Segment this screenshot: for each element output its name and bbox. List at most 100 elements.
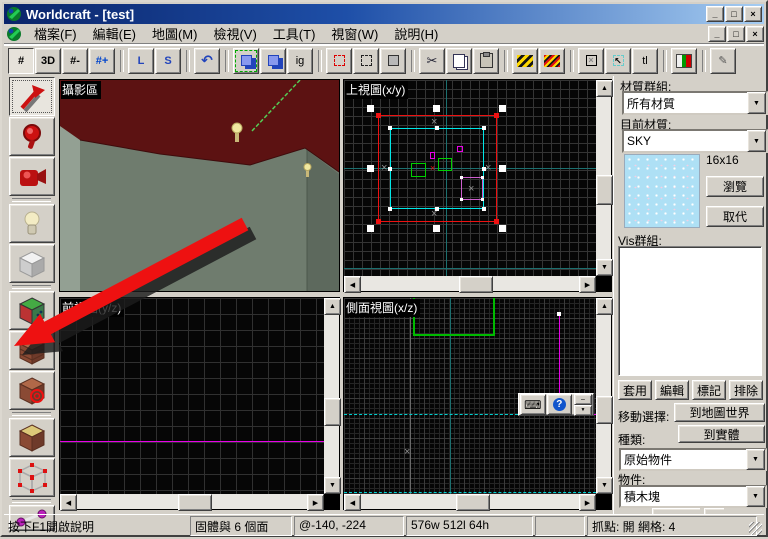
smaller-grid-icon[interactable]: #- (62, 48, 88, 74)
side-view-vscrollbar[interactable]: ▲ ▼ (596, 298, 611, 494)
tool-texture-application-button[interactable] (9, 291, 55, 330)
object-combo[interactable]: 積木塊 ▼ (619, 485, 767, 508)
hide-unselected-icon[interactable] (353, 48, 379, 74)
menu-map[interactable]: 地圖(M) (144, 22, 206, 45)
resize-handle[interactable] (499, 105, 506, 112)
side-view-canvas[interactable]: × ⌨ ? – ▼ (344, 298, 596, 494)
scroll-thumb[interactable] (324, 398, 341, 426)
scroll-right-icon[interactable]: ▶ (579, 276, 596, 293)
menu-view[interactable]: 檢視(V) (205, 22, 264, 45)
mdi-document-icon[interactable] (6, 26, 22, 42)
scroll-up-icon[interactable]: ▲ (596, 80, 613, 97)
scroll-thumb[interactable] (459, 276, 493, 293)
scroll-left-icon[interactable]: ◀ (344, 494, 361, 511)
chevron-down-icon[interactable]: ▼ (747, 130, 766, 152)
viewport-front[interactable]: ▲ ▼ ◀ ▶ 前視圖(y/z) (59, 297, 340, 510)
scroll-up-icon[interactable]: ▲ (324, 298, 341, 315)
viewport-top[interactable]: × × × × × × ▲ ▼ ◀ (343, 79, 612, 292)
resize-handle[interactable] (367, 105, 374, 112)
cut-icon[interactable]: ✂ (419, 48, 445, 74)
menu-window[interactable]: 視窗(W) (323, 22, 386, 45)
scroll-right-icon[interactable]: ▶ (579, 494, 596, 511)
texture-group-combo[interactable]: 所有材質 ▼ (622, 91, 768, 115)
top-view-vscrollbar[interactable]: ▲ ▼ (596, 80, 611, 276)
brush-green[interactable] (438, 158, 452, 171)
close-button[interactable]: × (744, 6, 762, 22)
ignore-groups-icon[interactable]: ig (287, 48, 313, 74)
scroll-left-icon[interactable]: ◀ (60, 494, 77, 511)
brush-green[interactable] (411, 163, 426, 177)
side-view-hscrollbar[interactable]: ◀ ▶ (344, 494, 596, 509)
resize-handle[interactable] (433, 105, 440, 112)
hide-selected-icon[interactable] (326, 48, 352, 74)
scroll-up-icon[interactable]: ▲ (596, 298, 613, 315)
tool-apply-texture-button[interactable] (9, 331, 55, 370)
edit-wand-icon[interactable]: ✎ (710, 48, 736, 74)
spinner[interactable]: – ▼ (574, 394, 592, 416)
tool-clipping-button[interactable] (9, 418, 55, 457)
menu-edit[interactable]: 編輯(E) (85, 22, 144, 45)
select-handles-icon[interactable]: × (578, 48, 604, 74)
save-window-state-icon[interactable]: S (155, 48, 181, 74)
viewport-side[interactable]: × ⌨ ? – ▼ ▲ ▼ ◀ ▶ 側面視圖(x/z) (343, 297, 612, 510)
copy-icon[interactable] (446, 48, 472, 74)
exclude-button[interactable]: 排除 (729, 380, 763, 400)
entity-box-magenta[interactable]: × (461, 177, 483, 200)
edit-cordon-icon[interactable] (512, 48, 538, 74)
scroll-thumb[interactable] (178, 494, 212, 511)
undo-icon[interactable]: ↶ (194, 48, 220, 74)
front-view-hscrollbar[interactable]: ◀ ▶ (60, 494, 324, 509)
scroll-down-icon[interactable]: ▼ (596, 259, 613, 276)
larger-grid-icon[interactable]: #+ (89, 48, 115, 74)
tool-vertex-button[interactable] (9, 458, 55, 497)
scroll-left-icon[interactable]: ◀ (344, 276, 361, 293)
mdi-restore-button[interactable]: □ (727, 26, 745, 42)
edit-button[interactable]: 編輯 (655, 380, 689, 400)
visgroups-listbox[interactable] (618, 246, 762, 376)
tool-selection-button[interactable] (9, 77, 55, 116)
front-view-canvas[interactable] (60, 298, 324, 494)
group-icon[interactable] (233, 48, 259, 74)
resize-handle[interactable] (499, 165, 506, 172)
current-texture-combo[interactable]: SKY ▼ (622, 129, 768, 153)
chevron-down-icon[interactable]: ▼ (747, 92, 766, 114)
top-view-canvas[interactable]: × × × × × × (344, 80, 596, 276)
entity-magenta[interactable] (457, 146, 463, 152)
resize-handle[interactable] (367, 225, 374, 232)
browse-button[interactable]: 瀏覽 (706, 176, 764, 197)
tool-apply-decals-button[interactable] (9, 371, 55, 410)
flip-cube-icon[interactable] (671, 48, 697, 74)
scroll-thumb[interactable] (456, 494, 490, 511)
help-icon[interactable]: ? (547, 394, 573, 415)
viewport-camera[interactable]: 攝影區 (59, 79, 340, 292)
auto-select-icon[interactable]: ↖ (605, 48, 631, 74)
entity-magenta[interactable] (430, 152, 435, 159)
mark-button[interactable]: 標記 (692, 380, 726, 400)
texture-lock-icon[interactable]: tl (632, 48, 658, 74)
resize-handle[interactable] (367, 165, 374, 172)
scroll-down-icon[interactable]: ▼ (324, 477, 341, 494)
toggle-cordon-icon[interactable] (539, 48, 565, 74)
mdi-close-button[interactable]: × (746, 26, 764, 42)
paste-icon[interactable] (473, 48, 499, 74)
top-view-hscrollbar[interactable]: ◀ ▶ (344, 276, 596, 291)
tool-entity-button[interactable] (9, 204, 55, 243)
replace-button[interactable]: 取代 (706, 206, 764, 227)
resize-grip[interactable] (749, 522, 762, 535)
show-all-icon[interactable] (380, 48, 406, 74)
resize-handle[interactable] (433, 225, 440, 232)
title-bar[interactable]: Worldcraft - [test] _ □ × (4, 4, 764, 24)
toggle-grid-icon[interactable]: # (8, 48, 34, 74)
tool-block-button[interactable] (9, 244, 55, 283)
menu-file[interactable]: 檔案(F) (26, 22, 85, 45)
scroll-down-icon[interactable]: ▼ (596, 477, 613, 494)
scroll-thumb[interactable] (596, 396, 613, 424)
menu-tools[interactable]: 工具(T) (265, 22, 324, 45)
category-combo[interactable]: 原始物件 ▼ (619, 448, 767, 471)
resize-handle[interactable] (499, 225, 506, 232)
maximize-button[interactable]: □ (725, 6, 743, 22)
keyboard-icon[interactable]: ⌨ (520, 394, 546, 415)
chevron-down-icon[interactable]: ▼ (746, 486, 765, 507)
ungroup-icon[interactable] (260, 48, 286, 74)
tool-magnify-button[interactable] (9, 117, 55, 156)
